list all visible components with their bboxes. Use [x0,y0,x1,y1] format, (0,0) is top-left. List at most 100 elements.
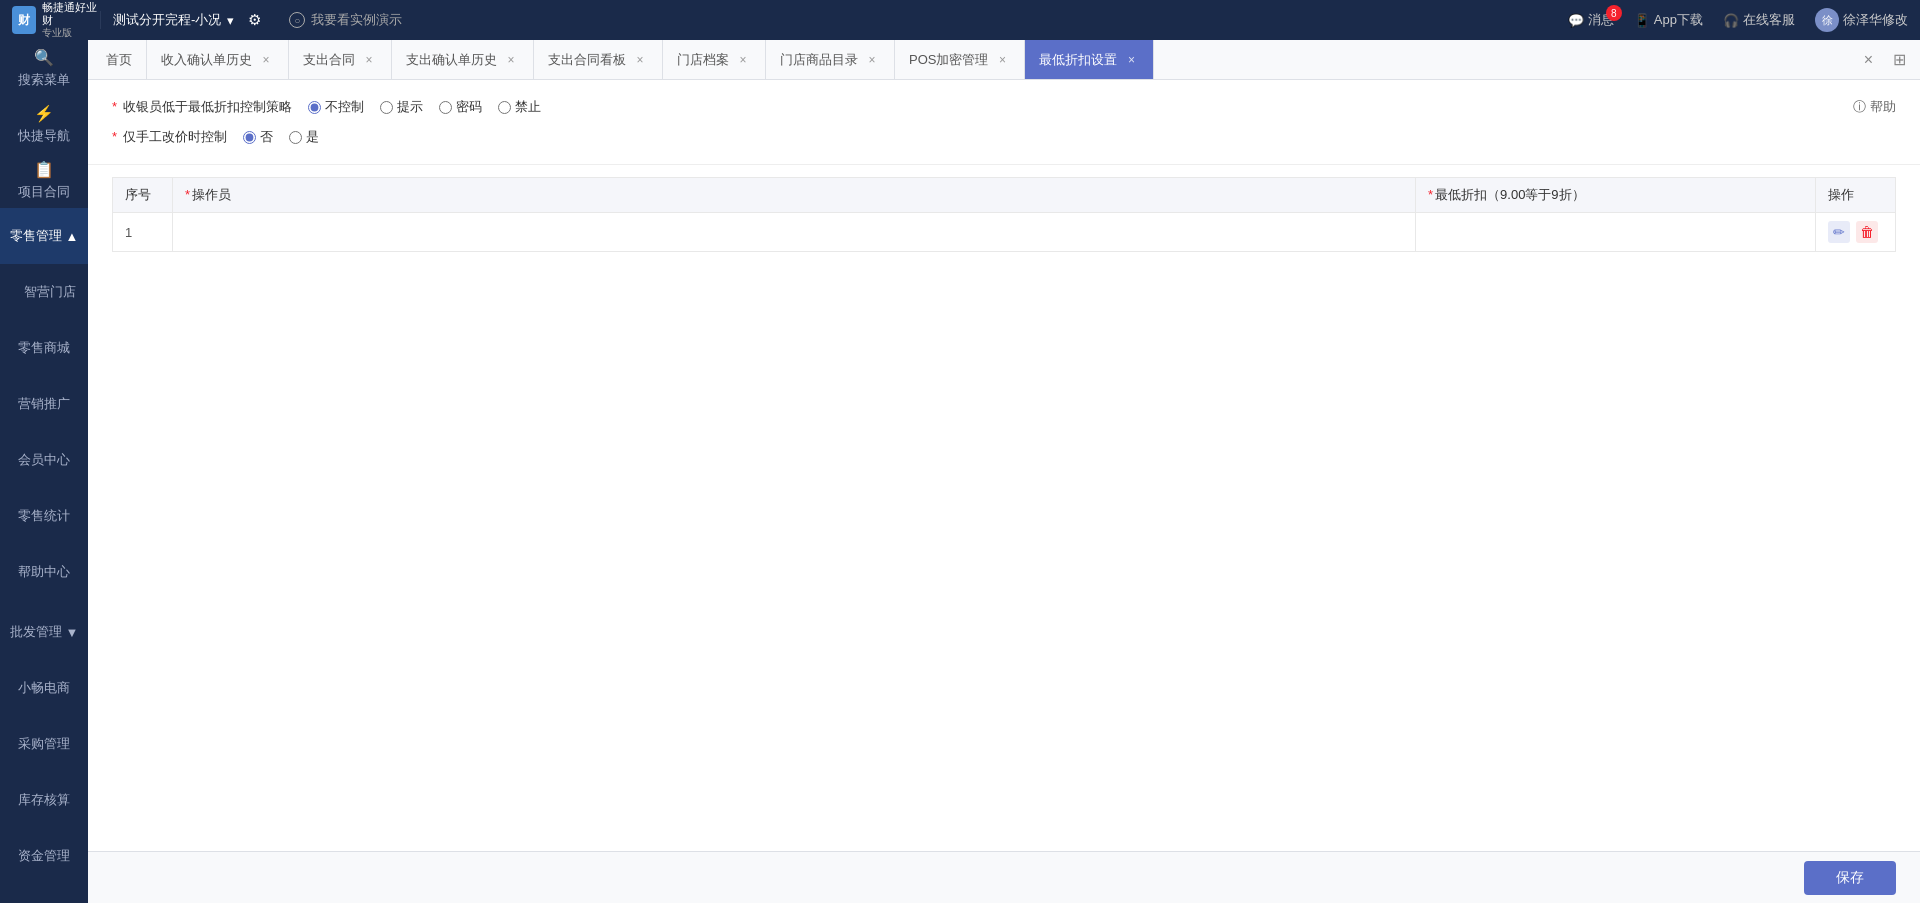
radio-manual-yes-label: 是 [306,128,319,146]
radio-forbidden[interactable]: 禁止 [498,98,541,116]
tab-payment-confirm-history-close[interactable]: × [503,52,519,68]
edit-row-btn[interactable]: ✏ [1828,221,1850,243]
tab-store-file-close[interactable]: × [735,52,751,68]
tab-payment-contract-board-close[interactable]: × [632,52,648,68]
sidebar-item-shortcut[interactable]: ⚡ 快捷导航 [0,96,88,152]
tab-payment-contract[interactable]: 支出合同 × [289,40,392,80]
search-icon: 🔍 [34,48,54,67]
discount-control-radio-group: 不控制 提示 密码 禁止 [308,98,541,116]
radio-manual-no-label: 否 [260,128,273,146]
tab-home-label: 首页 [106,51,132,69]
sidebar-item-inventory[interactable]: 库存核算 [0,772,88,828]
tab-store-product-catalog-label: 门店商品目录 [780,51,858,69]
form-section: * 收银员低于最低折扣控制策略 不控制 提示 [88,80,1920,165]
cell-operator [173,213,1416,252]
sidebar-item-retail-stats[interactable]: 零售统计 [0,488,88,544]
project-name: 测试分开完程-小况 [113,11,221,29]
online-support-btn[interactable]: 🎧 在线客服 [1723,11,1795,29]
tab-income-confirm-history-close[interactable]: × [258,52,274,68]
logo-text-line1: 畅捷通好业财 [42,1,100,27]
sidebar-item-ecommerce[interactable]: 小畅电商 [0,660,88,716]
discount-table: 序号 *操作员 *最低折扣（9.00等于9折） 操作 [112,177,1896,252]
radio-manual-yes-input[interactable] [289,131,302,144]
sidebar-item-retail-management[interactable]: 零售管理 ▲ [0,208,88,264]
radio-password-input[interactable] [439,101,452,114]
demo-link[interactable]: ○ 我要看实例演示 [273,11,418,29]
radio-remind[interactable]: 提示 [380,98,423,116]
message-icon: 💬 [1568,13,1584,28]
tab-payment-contract-board[interactable]: 支出合同看板 × [534,40,663,80]
radio-password[interactable]: 密码 [439,98,482,116]
help-circle-icon: ⓘ [1853,98,1866,116]
main-container: 🔍 搜索菜单 ⚡ 快捷导航 📋 项目合同 零售管理 ▲ 智营门店 零售商城 营销… [0,40,1920,903]
project-selector[interactable]: 测试分开完程-小况 ▾ ⚙ [100,11,273,29]
bottom-bar: 保存 [88,851,1920,903]
tab-income-confirm-history-label: 收入确认单历史 [161,51,252,69]
tab-home[interactable]: 首页 [92,40,147,80]
manual-control-row: * 仅手工改价时控制 否 是 [112,128,1896,146]
contract-icon: 📋 [34,160,54,179]
sidebar-item-search[interactable]: 🔍 搜索菜单 [0,40,88,96]
sidebar-item-marketing[interactable]: 营销推广 [0,376,88,432]
tab-pos-password-close[interactable]: × [994,52,1010,68]
sidebar-label-retail-management: 零售管理 [10,227,62,245]
tab-pos-password-label: POS加密管理 [909,51,988,69]
messages-btn[interactable]: 💬 消息 8 [1568,11,1614,29]
sidebar-label-smart-store: 智营门店 [24,283,76,301]
app-download-label: App下载 [1654,11,1703,29]
tab-income-confirm-history[interactable]: 收入确认单历史 × [147,40,289,80]
sidebar-item-help-center[interactable]: 帮助中心 [0,544,88,600]
tab-payment-confirm-history[interactable]: 支出确认单历史 × [392,40,534,80]
sidebar-item-member-center[interactable]: 会员中心 [0,432,88,488]
sidebar-item-ledger[interactable]: 总账管理 [0,884,88,903]
radio-no-control-input[interactable] [308,101,321,114]
cell-min-discount [1416,213,1816,252]
radio-password-label: 密码 [456,98,482,116]
sidebar-label-shortcut: 快捷导航 [18,127,70,145]
table-scroll: 序号 *操作员 *最低折扣（9.00等于9折） 操作 [112,177,1896,252]
radio-no-control-label: 不控制 [325,98,364,116]
radio-remind-input[interactable] [380,101,393,114]
action-btns: ✏ 🗑 [1828,221,1883,243]
sidebar-item-smart-store[interactable]: 智营门店 [0,264,88,320]
sidebar-item-finance[interactable]: 资金管理 [0,828,88,884]
radio-no-control[interactable]: 不控制 [308,98,364,116]
user-name: 徐泽华修改 [1843,11,1908,29]
dropdown-icon: ▾ [227,13,234,28]
radio-manual-no-input[interactable] [243,131,256,144]
tab-payment-contract-close[interactable]: × [361,52,377,68]
sidebar-item-project-contract[interactable]: 📋 项目合同 [0,152,88,208]
delete-row-btn[interactable]: 🗑 [1856,221,1878,243]
sidebar-label-marketing: 营销推广 [18,395,70,413]
tab-min-discount-settings-label: 最低折扣设置 [1039,51,1117,69]
sidebar-item-batch-management[interactable]: 批发管理 ▼ [0,604,88,660]
radio-manual-yes[interactable]: 是 [289,128,319,146]
logo-text-line2: 专业版 [42,27,100,39]
tab-bar: 首页 收入确认单历史 × 支出合同 × 支出确认单历史 × 支出合同看板 × 门… [88,40,1920,80]
tab-store-product-catalog-close[interactable]: × [864,52,880,68]
sidebar-item-purchase[interactable]: 采购管理 [0,716,88,772]
sidebar-label-search: 搜索菜单 [18,71,70,89]
user-menu-btn[interactable]: 徐 徐泽华修改 [1815,8,1908,32]
shortcut-icon: ⚡ [34,104,54,123]
app-download-btn[interactable]: 📱 App下载 [1634,11,1703,29]
tab-store-product-catalog[interactable]: 门店商品目录 × [766,40,895,80]
sidebar-label-inventory: 库存核算 [18,791,70,809]
radio-forbidden-input[interactable] [498,101,511,114]
sidebar-item-retail-mall[interactable]: 零售商城 [0,320,88,376]
page-content: * 收银员低于最低折扣控制策略 不控制 提示 [88,80,1920,851]
table-body: 1 ✏ 🗑 [113,213,1896,252]
tab-pos-password[interactable]: POS加密管理 × [895,40,1025,80]
sidebar: 🔍 搜索菜单 ⚡ 快捷导航 📋 项目合同 零售管理 ▲ 智营门店 零售商城 营销… [0,40,88,903]
close-tab-btn[interactable]: × [1858,49,1879,71]
tab-store-file[interactable]: 门店档案 × [663,40,766,80]
help-btn[interactable]: ⓘ 帮助 [1853,98,1896,116]
tab-min-discount-settings[interactable]: 最低折扣设置 × [1025,40,1154,80]
expand-tabs-btn[interactable]: ⊞ [1887,48,1912,71]
avatar: 徐 [1815,8,1839,32]
table-section: 序号 *操作员 *最低折扣（9.00等于9折） 操作 [88,165,1920,264]
tab-min-discount-settings-close[interactable]: × [1123,52,1139,68]
settings-icon[interactable]: ⚙ [248,11,261,29]
radio-manual-no[interactable]: 否 [243,128,273,146]
save-button[interactable]: 保存 [1804,861,1896,895]
